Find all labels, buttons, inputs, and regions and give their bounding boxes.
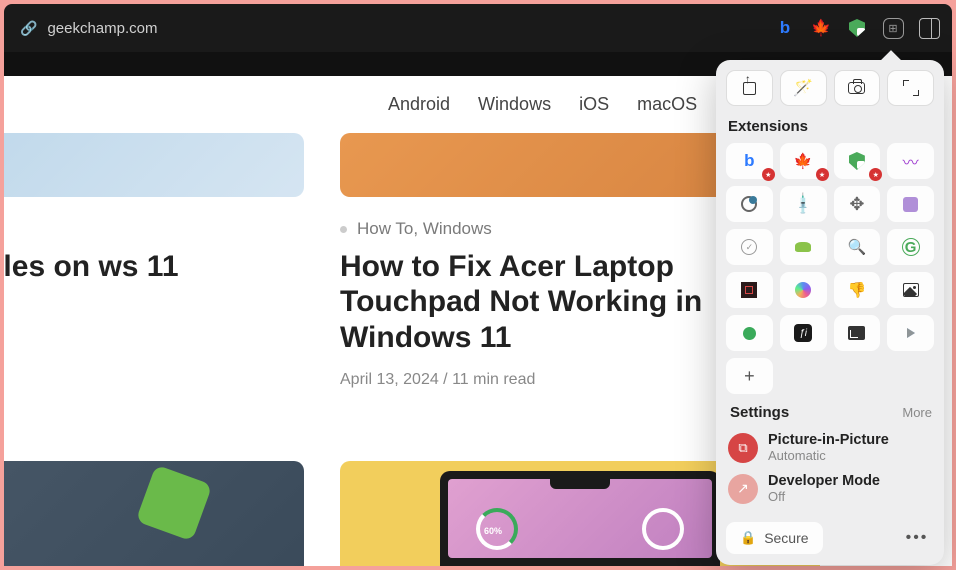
- ext-search[interactable]: 🔍: [834, 229, 881, 265]
- settings-more-link[interactable]: More: [902, 405, 932, 420]
- extensions-panel: 🪄 Extensions b 🍁 〰 💉 ✥ ✓ 🔍 G 👎 ƒi + Sett…: [716, 60, 944, 565]
- ext-purple[interactable]: [887, 186, 934, 222]
- link-icon: 🔗: [20, 20, 37, 37]
- green-dot-icon: [743, 327, 756, 340]
- add-extension-button[interactable]: +: [726, 358, 773, 394]
- check-circle-icon: ✓: [741, 239, 757, 255]
- wave-icon: 〰: [903, 149, 919, 173]
- ext-greendot[interactable]: [726, 315, 773, 351]
- image-icon: [903, 283, 919, 297]
- thumb-down-icon: 👎: [848, 281, 867, 299]
- setting-pip[interactable]: ⧉ Picture-in-Picture Automatic: [726, 427, 934, 468]
- ext-redsquare[interactable]: [726, 272, 773, 308]
- more-options-button[interactable]: •••: [900, 521, 934, 555]
- plus-icon: +: [744, 366, 755, 387]
- settings-heading: Settings: [728, 404, 789, 421]
- ext-browser[interactable]: [726, 186, 773, 222]
- ext-colorpicker[interactable]: 💉: [780, 186, 827, 222]
- address-bar[interactable]: 🔗 geekchamp.com: [20, 20, 158, 37]
- ext-image[interactable]: [887, 272, 934, 308]
- laptop-illustration: 60%: [440, 471, 720, 566]
- notification-badge-icon: [816, 168, 829, 181]
- bing-icon: b: [744, 151, 754, 171]
- share-button[interactable]: [726, 70, 773, 106]
- setting-name: Developer Mode: [768, 473, 880, 489]
- camera-icon: [848, 82, 865, 94]
- maple-icon: 🍁: [794, 152, 813, 170]
- article-thumbnail[interactable]: [4, 461, 304, 566]
- ext-maple[interactable]: 🍁: [780, 143, 827, 179]
- magnify-icon: 🔍: [848, 238, 867, 256]
- setting-devmode[interactable]: ↗ Developer Mode Off: [726, 468, 934, 509]
- ext-shield[interactable]: [834, 143, 881, 179]
- fullscreen-icon: [903, 80, 919, 96]
- sidebar-toggle-button[interactable]: [918, 17, 940, 39]
- nav-android[interactable]: Android: [388, 94, 450, 115]
- extension-flame-icon[interactable]: 🍁: [810, 17, 832, 39]
- devmode-icon: ↗: [728, 474, 758, 504]
- extensions-heading: Extensions: [726, 118, 934, 135]
- wand-icon: 🪄: [793, 78, 813, 98]
- panel-actions-row: 🪄: [726, 70, 934, 106]
- meta-dot-icon: [340, 226, 347, 233]
- nav-windows[interactable]: Windows: [478, 94, 551, 115]
- red-square-icon: [741, 282, 757, 298]
- magic-button[interactable]: 🪄: [780, 70, 827, 106]
- ext-dislike[interactable]: 👎: [834, 272, 881, 308]
- blob-icon: [795, 242, 811, 252]
- ext-greenapp[interactable]: [780, 229, 827, 265]
- panel-footer: 🔒 Secure •••: [726, 521, 934, 555]
- extension-shield-icon[interactable]: [846, 17, 868, 39]
- eyedropper-icon: 💉: [790, 191, 816, 217]
- security-status-button[interactable]: 🔒 Secure: [726, 522, 823, 554]
- function-icon: ƒi: [794, 324, 812, 342]
- ext-check[interactable]: ✓: [726, 229, 773, 265]
- shield-icon: [849, 152, 865, 170]
- nav-macos[interactable]: macOS: [637, 94, 697, 115]
- ext-copilot[interactable]: [780, 272, 827, 308]
- article-dateline: 24 / 7 min read: [4, 300, 304, 318]
- settings-header: Settings More: [726, 404, 934, 421]
- article-category[interactable]: Windows: [4, 219, 304, 239]
- url-text: geekchamp.com: [47, 20, 157, 37]
- toolbar-right: b 🍁 ⊞: [774, 17, 940, 39]
- article-thumbnail: [4, 133, 304, 197]
- ext-wave[interactable]: 〰: [887, 143, 934, 179]
- frame-icon: [848, 326, 865, 340]
- ext-bing[interactable]: b: [726, 143, 773, 179]
- extensions-grid: b 🍁 〰 💉 ✥ ✓ 🔍 G 👎 ƒi +: [726, 143, 934, 394]
- square-icon: [903, 197, 918, 212]
- ext-grammarly[interactable]: G: [887, 229, 934, 265]
- setting-name: Picture-in-Picture: [768, 432, 889, 448]
- play-icon: [907, 328, 915, 338]
- share-icon: [743, 82, 756, 95]
- article-title[interactable]: Open DAT Files on ws 11: [4, 249, 304, 284]
- ext-function[interactable]: ƒi: [780, 315, 827, 351]
- swirl-icon: [795, 282, 811, 298]
- lock-icon: 🔒: [740, 530, 756, 546]
- pip-icon: ⧉: [728, 433, 758, 463]
- setting-value: Off: [768, 489, 880, 504]
- notification-badge-icon: [869, 168, 882, 181]
- nav-ios[interactable]: iOS: [579, 94, 609, 115]
- extension-bing-icon[interactable]: b: [774, 17, 796, 39]
- notification-badge-icon: [762, 168, 775, 181]
- setting-value: Automatic: [768, 448, 889, 463]
- extensions-button[interactable]: ⊞: [882, 17, 904, 39]
- browser-toolbar: 🔗 geekchamp.com b 🍁 ⊞: [4, 4, 952, 52]
- ext-player[interactable]: [887, 315, 934, 351]
- fullscreen-button[interactable]: [887, 70, 934, 106]
- ext-move[interactable]: ✥: [834, 186, 881, 222]
- grammarly-icon: G: [902, 238, 920, 256]
- ext-frame[interactable]: [834, 315, 881, 351]
- secure-label: Secure: [764, 530, 808, 546]
- article-card[interactable]: Windows Open DAT Files on ws 11 24 / 7 m…: [4, 133, 304, 389]
- move-icon: ✥: [849, 194, 864, 215]
- screenshot-button[interactable]: [834, 70, 881, 106]
- globe-icon: [741, 196, 757, 212]
